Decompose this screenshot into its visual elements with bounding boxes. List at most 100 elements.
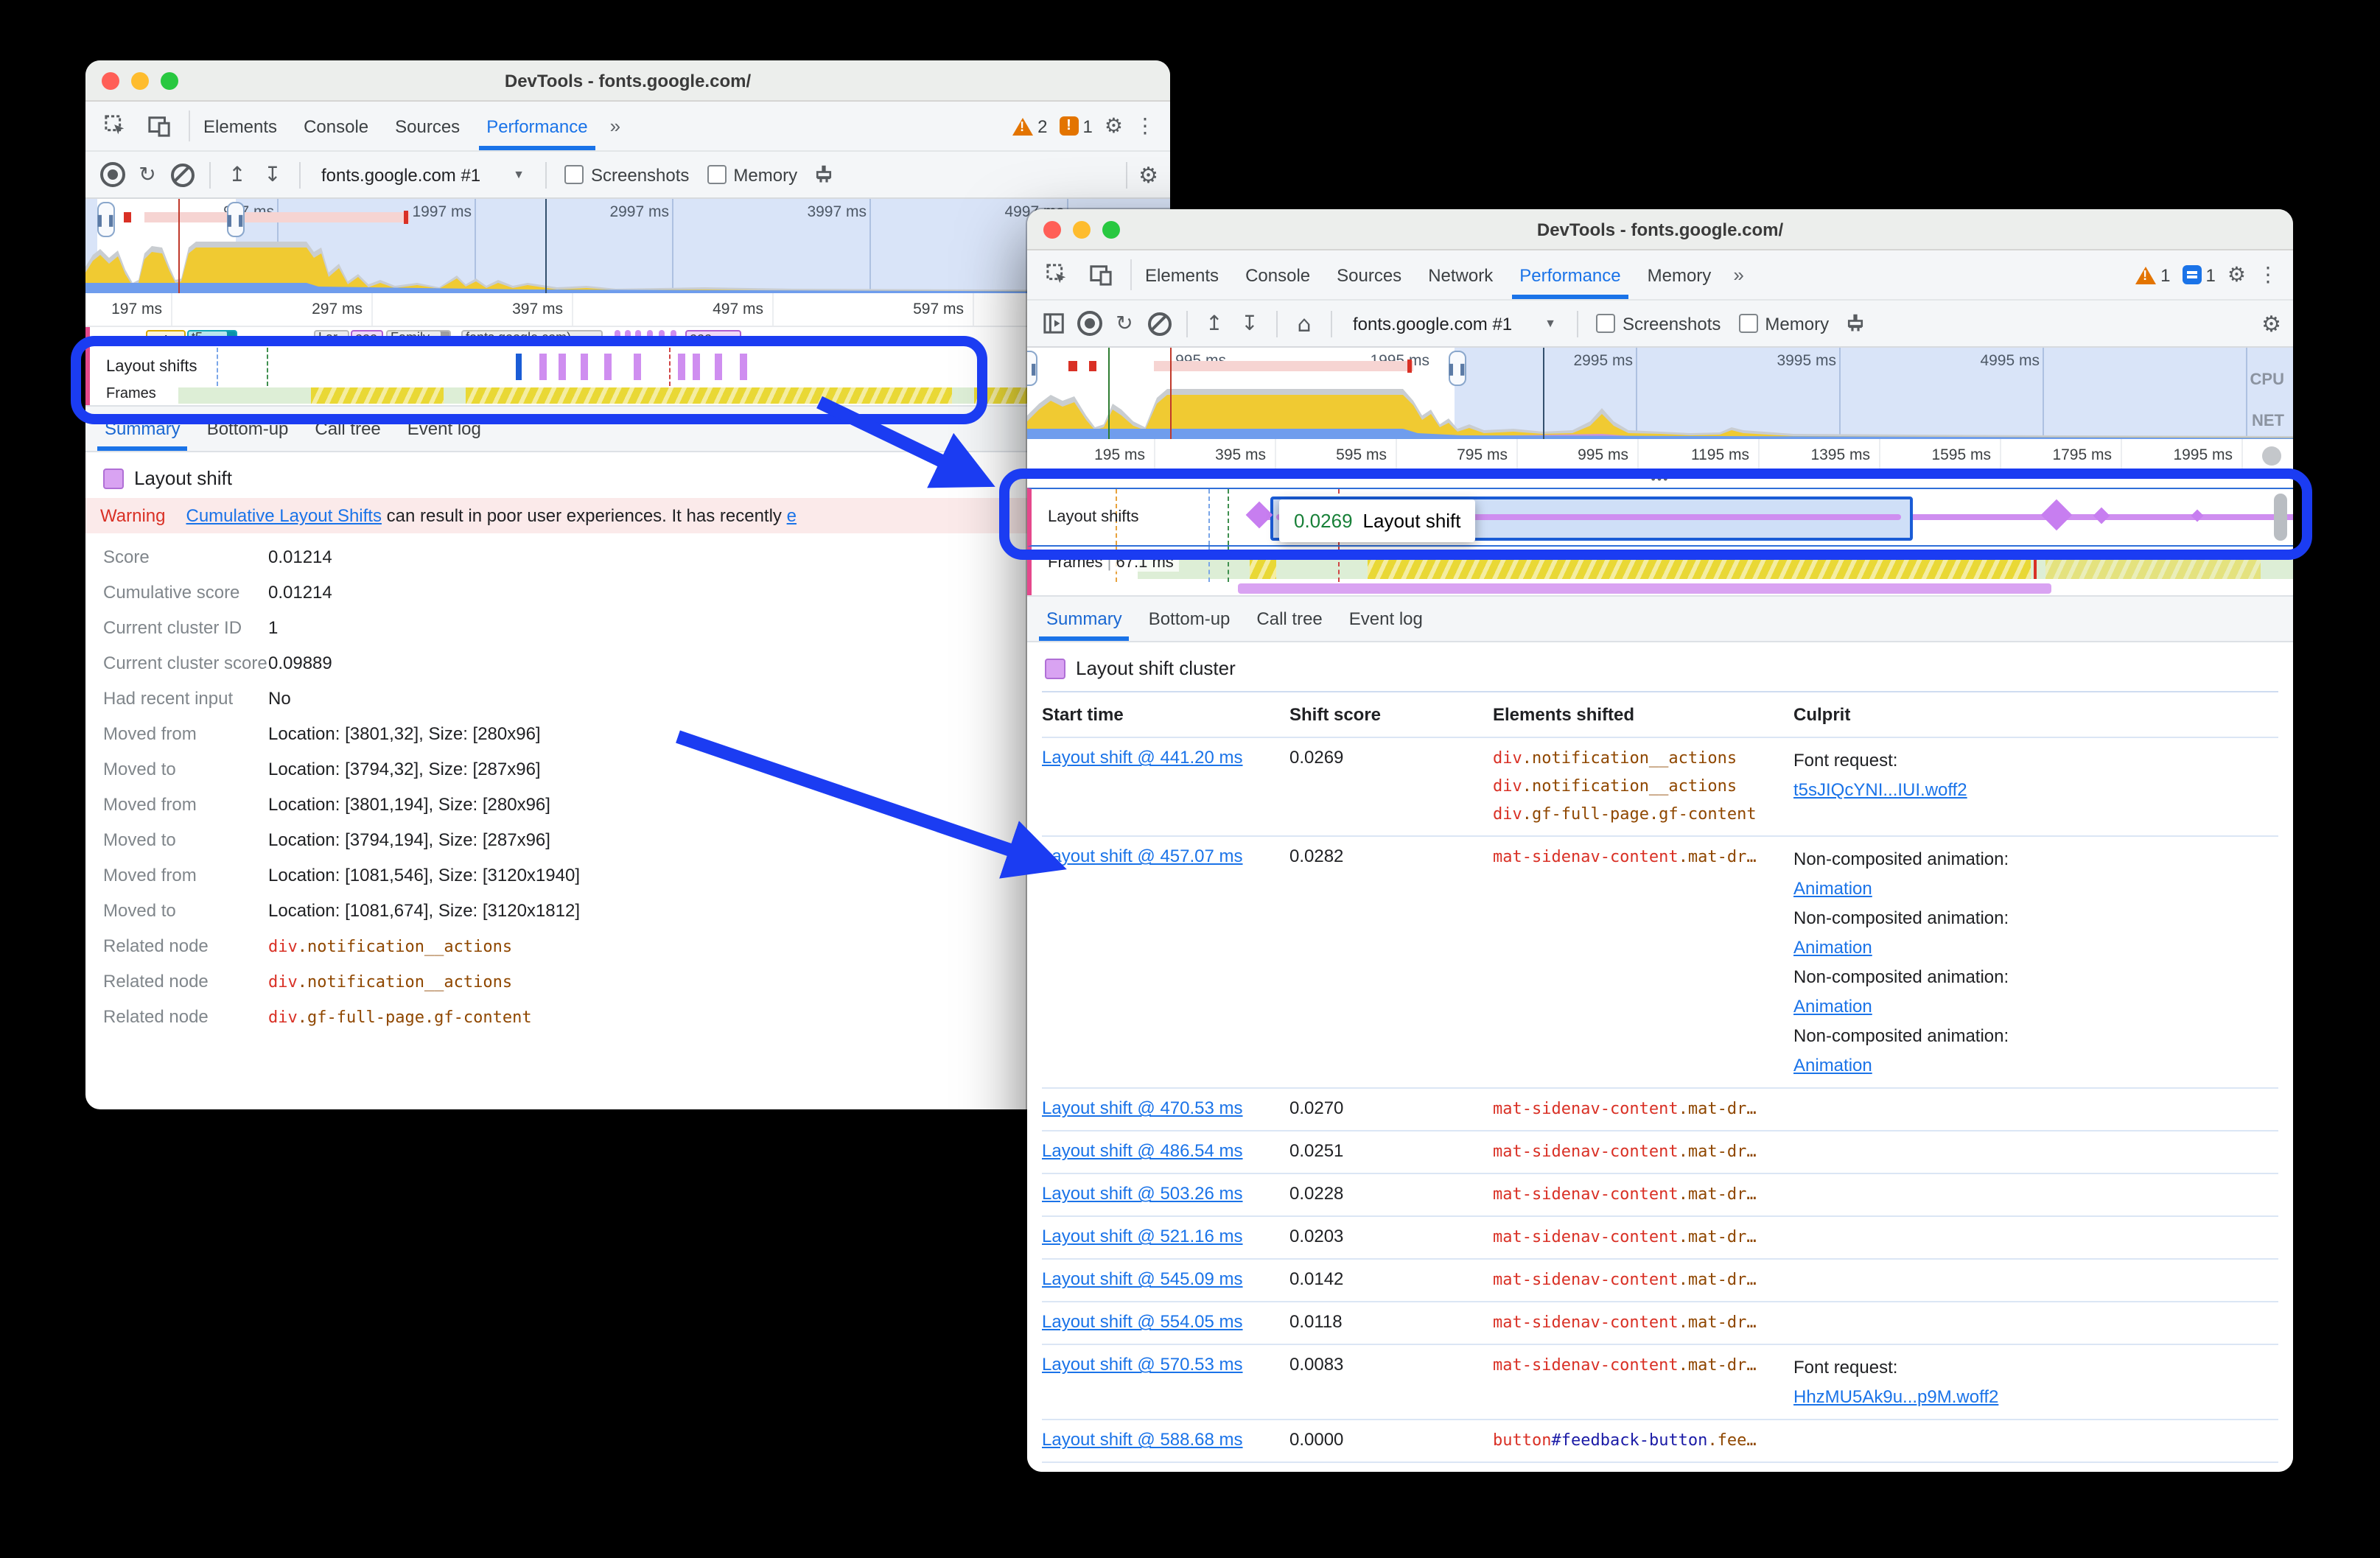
clear-button[interactable] — [1145, 309, 1175, 338]
selected-shift-marker[interactable] — [516, 354, 522, 380]
load-profile-icon[interactable]: ↥ — [223, 160, 252, 189]
history-select[interactable]: fonts.google.com #1 ▼ — [1344, 313, 1565, 334]
timeline-ruler[interactable]: 197 ms 297 ms 397 ms 497 ms 597 ms — [85, 293, 1170, 327]
selection-handle-left[interactable]: ❚❚ — [95, 202, 116, 237]
network-request-bar[interactable] — [635, 330, 641, 345]
summary-tab-call-tree[interactable]: Call tree — [1243, 597, 1335, 641]
summary-tab-event-log[interactable]: Event log — [1336, 597, 1436, 641]
cls-doc-link-2[interactable]: e — [787, 505, 797, 526]
issues-badge[interactable]: ! 1 — [1059, 116, 1093, 136]
tab-performance[interactable]: Performance — [473, 102, 601, 150]
capture-settings-gear-icon[interactable]: ⚙ — [2261, 310, 2281, 337]
layout-shift-link[interactable]: Layout shift @ 457.07 ms — [1042, 846, 1243, 866]
kebab-menu-icon[interactable]: ⋮ — [1135, 114, 1155, 138]
shift-diamond-icon[interactable] — [2040, 499, 2073, 531]
settings-gear-icon[interactable]: ⚙ — [1105, 114, 1123, 138]
tab-elements[interactable]: Elements — [190, 102, 290, 150]
column-header[interactable]: Elements shifted — [1493, 701, 1793, 728]
more-tabs-icon[interactable]: » — [1724, 250, 1751, 299]
culprit-link[interactable]: t5sJIQcYNI...IUI.woff2 — [1793, 779, 1967, 800]
device-toolbar-icon[interactable] — [1086, 260, 1116, 290]
shifted-element-node[interactable]: mat-sidenav-content.mat-dr… — [1493, 1139, 1793, 1165]
selection-handle-left[interactable]: ❚❚ — [1027, 351, 1038, 386]
reload-and-record-button[interactable]: ↻ — [133, 160, 162, 189]
shifted-element-node[interactable]: mat-sidenav-content.mat-dr… — [1493, 1224, 1793, 1251]
home-icon[interactable]: ⌂ — [1289, 309, 1319, 338]
shifted-element-node[interactable]: mat-sidenav-content.mat-dr… — [1493, 844, 1793, 871]
screenshots-checkbox[interactable]: Screenshots — [1590, 313, 1726, 334]
summary-row-value[interactable]: div.notification__actions — [268, 933, 512, 958]
capture-settings-gear-icon[interactable]: ⚙ — [1138, 161, 1158, 188]
layout-shift-marker[interactable] — [715, 354, 722, 380]
layout-shift-marker[interactable] — [581, 354, 588, 380]
network-request-bar[interactable]: ooo… — [685, 330, 741, 345]
shifted-element-node[interactable]: div.notification__actions — [1493, 745, 1793, 772]
layout-shift-marker[interactable] — [678, 354, 685, 380]
layout-shift-marker[interactable] — [634, 354, 641, 380]
ruler-scroll-dot[interactable] — [2262, 446, 2281, 466]
shifted-element-node[interactable]: mat-sidenav-content.mat-dr… — [1493, 1096, 1793, 1123]
summary-tab-bottom-up[interactable]: Bottom-up — [194, 407, 302, 451]
shifted-element-node[interactable]: button#feedback-button.fee… — [1493, 1428, 1793, 1454]
summary-row-value[interactable]: div.notification__actions — [268, 969, 512, 994]
record-button[interactable] — [1074, 309, 1104, 338]
kebab-menu-icon[interactable]: ⋮ — [2258, 263, 2278, 287]
warnings-badge[interactable]: 2 — [1012, 116, 1048, 136]
layout-shift-marker[interactable] — [740, 354, 747, 380]
tab-console[interactable]: Console — [1232, 250, 1323, 299]
summary-tab-summary[interactable]: Summary — [1033, 597, 1135, 641]
layout-shift-marker[interactable] — [604, 354, 612, 380]
network-request-bar[interactable] — [625, 330, 631, 345]
tab-memory[interactable]: Memory — [1634, 250, 1725, 299]
shift-diamond-icon[interactable] — [1245, 501, 1273, 529]
network-request-bar[interactable]: t5… — [187, 330, 237, 345]
clear-button[interactable] — [168, 160, 197, 189]
timeline-ruler[interactable]: 195 ms 395 ms 595 ms 795 ms 995 ms 1195 ms 139… — [1027, 439, 2293, 476]
network-request-bar[interactable]: ooo… — [351, 330, 383, 345]
summary-tab-call-tree[interactable]: Call tree — [301, 407, 393, 451]
summary-tab-summary[interactable]: Summary — [91, 407, 194, 451]
timeline-overview[interactable]: 995 ms1995 ms2995 ms3995 ms4995 ms CPU N… — [1027, 348, 2293, 439]
layout-shift-link[interactable]: Layout shift @ 503.26 ms — [1042, 1183, 1243, 1204]
memory-checkbox[interactable]: Memory — [701, 164, 803, 185]
selection-handle-right[interactable]: ❚❚ — [1446, 351, 1467, 386]
garbage-collect-icon[interactable] — [1841, 309, 1870, 338]
layout-shift-link[interactable]: Layout shift @ 545.09 ms — [1042, 1268, 1243, 1289]
garbage-collect-icon[interactable] — [809, 160, 839, 189]
shifted-element-node[interactable]: mat-sidenav-content.mat-dr… — [1493, 1310, 1793, 1336]
device-toolbar-icon[interactable] — [144, 111, 174, 141]
shifted-element-node[interactable]: mat-sidenav-content.mat-dr… — [1493, 1267, 1793, 1294]
layout-shift-marker[interactable] — [693, 354, 700, 380]
shifted-element-node[interactable]: div.gf-full-page.gf-content — [1493, 801, 1793, 828]
summary-tab-bottom-up[interactable]: Bottom-up — [1135, 597, 1244, 641]
layout-shift-marker[interactable] — [539, 354, 547, 380]
layout-shift-link[interactable]: Layout shift @ 486.54 ms — [1042, 1140, 1243, 1161]
tab-network[interactable]: Network — [1415, 250, 1506, 299]
selection-handle-right[interactable]: ❚❚ — [225, 202, 245, 237]
tab-performance[interactable]: Performance — [1506, 250, 1634, 299]
culprit-link[interactable]: Animation — [1793, 937, 1872, 958]
track-scrollbar[interactable] — [2274, 494, 2287, 541]
network-request-bar[interactable]: Lar… — [314, 330, 349, 345]
save-profile-icon[interactable]: ↧ — [1235, 309, 1264, 338]
shifted-element-node[interactable]: mat-sidenav-content.mat-dr… — [1493, 1182, 1793, 1208]
network-request-bar[interactable] — [647, 330, 653, 345]
layout-shift-link[interactable]: Layout shift @ 441.20 ms — [1042, 747, 1243, 768]
column-header[interactable]: Shift score — [1289, 701, 1493, 728]
history-select[interactable]: fonts.google.com #1 ▼ — [312, 164, 533, 185]
save-profile-icon[interactable]: ↧ — [258, 160, 287, 189]
summary-tab-event-log[interactable]: Event log — [394, 407, 494, 451]
layout-shift-link[interactable]: Layout shift @ 570.53 ms — [1042, 1354, 1243, 1375]
record-button[interactable] — [97, 160, 127, 189]
layout-shifts-track[interactable]: Layout shifts — [85, 348, 1170, 386]
network-request-bar[interactable] — [615, 330, 620, 345]
layout-shift-link[interactable]: Layout shift @ 470.53 ms — [1042, 1098, 1243, 1118]
frames-track[interactable]: Frames | 67.1 ms — [1027, 547, 2293, 582]
network-request-bar[interactable] — [659, 330, 665, 345]
tab-console[interactable]: Console — [290, 102, 382, 150]
track-resize-dots[interactable]: ••• — [1027, 472, 2293, 488]
shifted-element-node[interactable]: div.notification__actions — [1493, 773, 1793, 800]
more-tabs-icon[interactable]: » — [601, 102, 628, 150]
tab-sources[interactable]: Sources — [382, 102, 473, 150]
shifted-element-node[interactable]: mat-sidenav-content.mat-dr… — [1493, 1470, 1793, 1472]
